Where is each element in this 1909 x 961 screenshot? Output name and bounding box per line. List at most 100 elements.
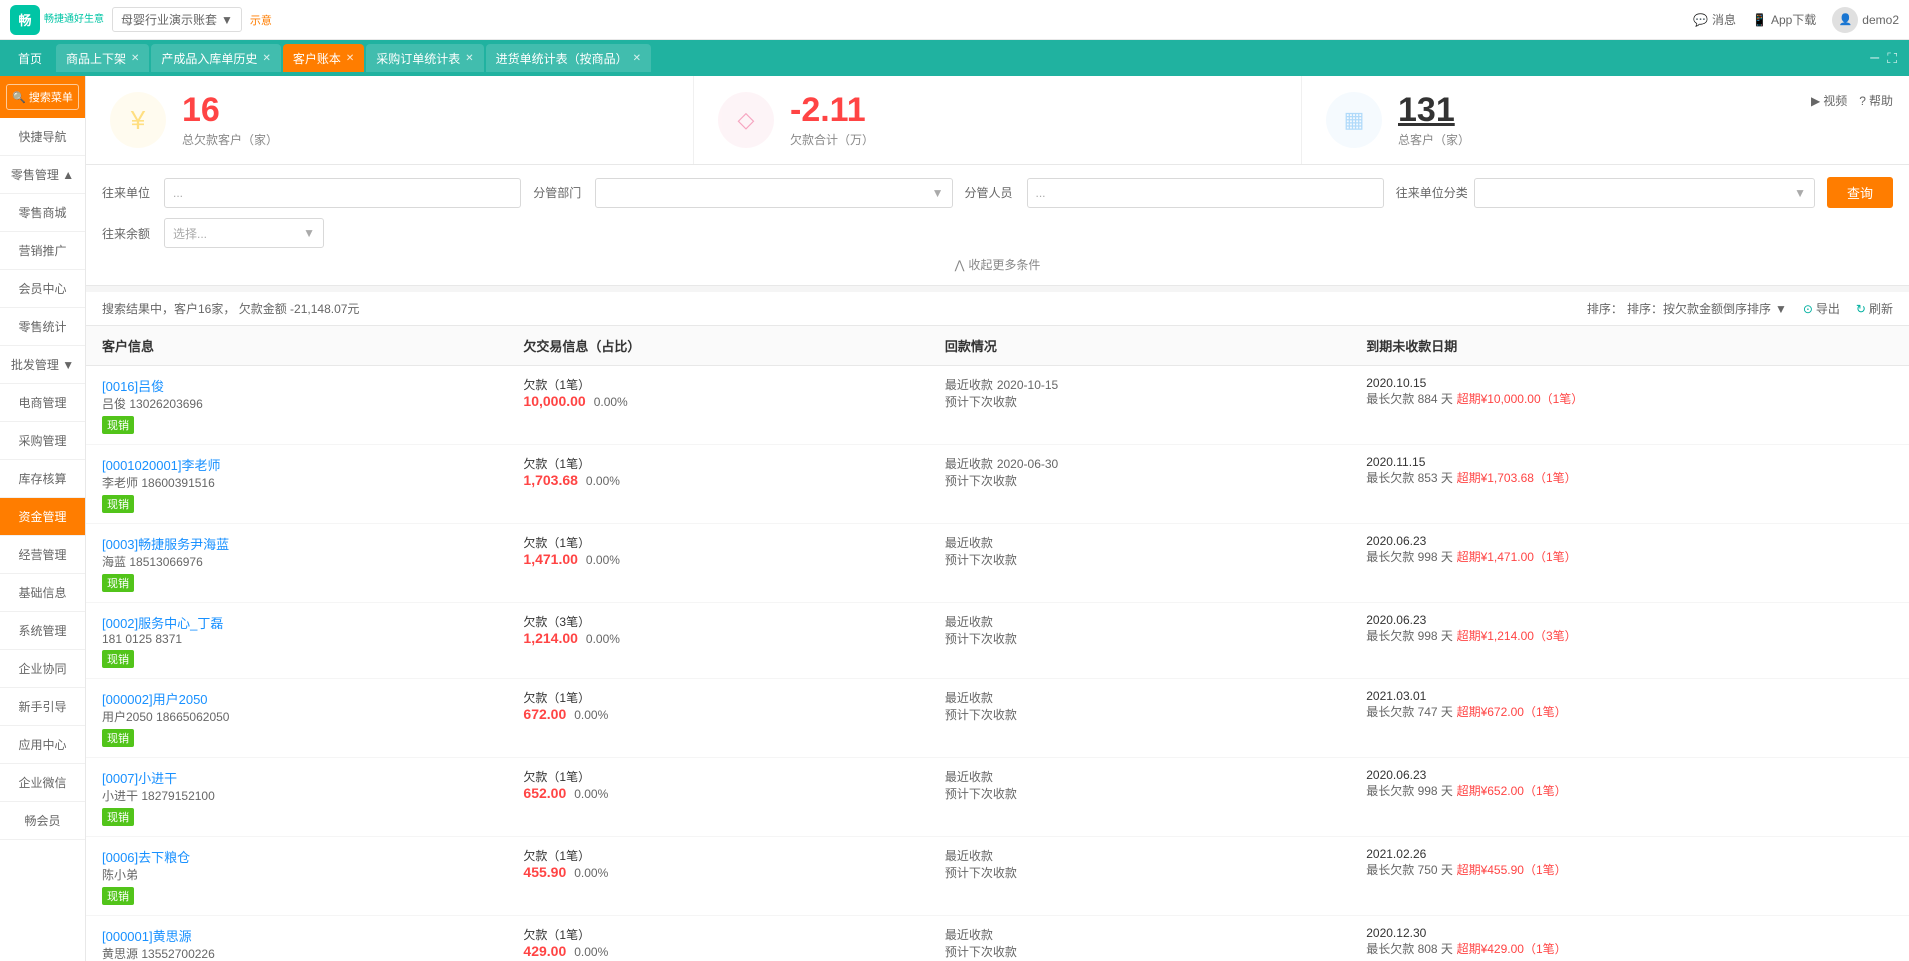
sidebar-item-marketing[interactable]: 营销推广: [0, 232, 85, 270]
debt-amount[interactable]: 429.00: [523, 943, 566, 959]
sidebar-item-inventory[interactable]: 库存核算: [0, 460, 85, 498]
customer-name-link[interactable]: [0003]畅捷服务尹海蓝: [102, 537, 229, 552]
card1-label: 总欠款客户（家）: [182, 131, 278, 148]
sidebar-item-quick-nav[interactable]: 快捷导航: [0, 118, 85, 156]
tag-green: 现销: [102, 574, 134, 592]
overdue-amount-link[interactable]: 超期¥1,471.00（1笔）: [1457, 550, 1577, 564]
balance-label: 往来余额: [102, 225, 158, 242]
table-row: [0007]小进干 小进干 18279152100 现销 欠款（1笔） 652.…: [86, 758, 1909, 837]
sidebar-item-purchase-mgmt[interactable]: 采购管理: [0, 422, 85, 460]
sidebar-item-sys-mgmt[interactable]: 系统管理: [0, 612, 85, 650]
person-label: 分管人员: [965, 184, 1021, 201]
sidebar-item-member-vip[interactable]: 畅会员: [0, 802, 85, 840]
sidebar-item-retail-stats[interactable]: 零售统计: [0, 308, 85, 346]
overdue-amount-link[interactable]: 超期¥1,703.68（1笔）: [1457, 471, 1577, 485]
balance-select[interactable]: 选择... ▼: [164, 218, 324, 248]
customer-name-link[interactable]: [000002]用户2050: [102, 692, 208, 707]
debt-amount[interactable]: 652.00: [523, 785, 566, 801]
card1-icon: ¥: [110, 92, 166, 148]
user-avatar[interactable]: 👤 demo2: [1832, 7, 1899, 33]
card2-number: -2.11: [790, 93, 874, 127]
supplier-type-select[interactable]: ▼: [1474, 178, 1815, 208]
sidebar-item-new-guide[interactable]: 新手引导: [0, 688, 85, 726]
search-menu-btn[interactable]: 🔍 搜索菜单: [0, 76, 85, 118]
card3-video-btn[interactable]: ▶ 视频: [1811, 92, 1847, 109]
tab-close-product-history[interactable]: ✕: [262, 53, 270, 64]
card2-label: 欠款合计（万）: [790, 131, 874, 148]
tab-close-product-off[interactable]: ✕: [131, 53, 139, 64]
overdue-amount-link[interactable]: 超期¥429.00（1笔）: [1457, 942, 1567, 956]
overdue-amount-link[interactable]: 超期¥455.90（1笔）: [1457, 863, 1567, 877]
tab-purchase-stats[interactable]: 进货单统计表（按商品） ✕: [486, 44, 651, 72]
sidebar-item-enterprise-wechat[interactable]: 企业微信: [0, 764, 85, 802]
table-header: 客户信息 欠交易信息（占比） 回款情况 到期未收款日期: [86, 326, 1909, 366]
sidebar-item-basic-info[interactable]: 基础信息: [0, 574, 85, 612]
customer-name-link[interactable]: [0007]小进干: [102, 771, 177, 786]
tab-product-off[interactable]: 商品上下架 ✕: [56, 44, 149, 72]
export-btn[interactable]: ⊙ 导出: [1803, 300, 1840, 317]
debt-amount[interactable]: 672.00: [523, 706, 566, 722]
sidebar-item-enterprise-coop[interactable]: 企业协同: [0, 650, 85, 688]
search-btn[interactable]: 查询: [1827, 177, 1893, 208]
tab-bar-expand[interactable]: ⛶: [1887, 50, 1897, 67]
supplier-label: 往来单位: [102, 184, 158, 201]
tab-bar-collapse[interactable]: –: [1870, 49, 1879, 67]
supplier-input[interactable]: ...: [164, 178, 521, 208]
summary-card-3: ▦ 131 总客户（家） ▶ 视频 ? 帮助: [1302, 76, 1909, 164]
debt-amount[interactable]: 455.90: [523, 864, 566, 880]
dept-select[interactable]: ▼: [595, 178, 952, 208]
message-btn[interactable]: 💬 消息: [1693, 11, 1736, 28]
debt-amount[interactable]: 1,703.68: [523, 472, 578, 488]
sidebar-toggle[interactable]: 示意: [250, 12, 272, 28]
overdue-amount-link[interactable]: 超期¥10,000.00（1笔）: [1457, 392, 1584, 406]
sidebar-item-ecom-mgmt[interactable]: 电商管理: [0, 384, 85, 422]
overdue-amount-link[interactable]: 超期¥652.00（1笔）: [1457, 784, 1567, 798]
table-row: [0002]服务中心_丁磊 181 0125 8371 现销 欠款（3笔） 1,…: [86, 603, 1909, 679]
sidebar-item-finance[interactable]: 资金管理: [0, 498, 85, 536]
customer-name-link[interactable]: [0006]去下粮仓: [102, 850, 190, 865]
overdue-amount-link[interactable]: 超期¥1,214.00（3笔）: [1457, 629, 1577, 643]
debt-amount[interactable]: 1,214.00: [523, 630, 578, 646]
tag-green: 现销: [102, 416, 134, 434]
table-row: [000001]黄思源 黄思源 13552700226 现销 欠款（1笔） 42…: [86, 916, 1909, 961]
dept-label: 分管部门: [533, 184, 589, 201]
tab-home[interactable]: 首页: [4, 44, 56, 72]
tab-customer-account[interactable]: 客户账本 ✕: [283, 44, 364, 72]
tab-purchase-order[interactable]: 采购订单统计表 ✕: [366, 44, 483, 72]
results-summary: 搜索结果中，客户16家， 欠款金额 -21,148.07元: [102, 300, 359, 317]
table-row: [0001020001]李老师 李老师 18600391516 现销 欠款（1笔…: [86, 445, 1909, 524]
sidebar-item-batch-mgmt[interactable]: 批发管理 ▼: [0, 346, 85, 384]
customer-name-link[interactable]: [000001]黄思源: [102, 929, 192, 944]
card3-help-btn[interactable]: ? 帮助: [1859, 92, 1893, 109]
sidebar-item-retail-store[interactable]: 零售商城: [0, 194, 85, 232]
customer-name-link[interactable]: [0001020001]李老师: [102, 458, 221, 473]
sidebar-item-ops-mgmt[interactable]: 经营管理: [0, 536, 85, 574]
tab-product-history[interactable]: 产成品入库单历史 ✕: [151, 44, 280, 72]
table-row: [0003]畅捷服务尹海蓝 海蓝 18513066976 现销 欠款（1笔） 1…: [86, 524, 1909, 603]
summary-card-1: ¥ 16 总欠款客户（家）: [86, 76, 694, 164]
sidebar-item-app-center[interactable]: 应用中心: [0, 726, 85, 764]
sidebar-item-retail-mgmt[interactable]: 零售管理 ▲: [0, 156, 85, 194]
sort-select[interactable]: 排序： 排序：按欠款金额倒序排序 ▼: [1587, 300, 1787, 317]
tag-green: 现销: [102, 729, 134, 747]
tag-green: 现销: [102, 650, 134, 668]
table-row: [000002]用户2050 用户2050 18665062050 现销 欠款（…: [86, 679, 1909, 758]
sidebar-item-member-center[interactable]: 会员中心: [0, 270, 85, 308]
logo-text: 畅捷通好生意: [44, 13, 104, 26]
tag-green: 现销: [102, 495, 134, 513]
tab-close-purchase-order[interactable]: ✕: [465, 53, 473, 64]
overdue-amount-link[interactable]: 超期¥672.00（1笔）: [1457, 705, 1567, 719]
tag-green: 现销: [102, 887, 134, 905]
tab-close-purchase-stats[interactable]: ✕: [633, 53, 641, 64]
debt-amount[interactable]: 10,000.00: [523, 393, 585, 409]
refresh-btn[interactable]: ↻ 刷新: [1856, 300, 1893, 317]
customer-name-link[interactable]: [0016]吕俊: [102, 379, 164, 394]
tab-close-customer-account[interactable]: ✕: [346, 53, 354, 64]
debt-amount[interactable]: 1,471.00: [523, 551, 578, 567]
app-download-btn[interactable]: 📱 App下载: [1752, 11, 1816, 28]
card2-icon: ◇: [718, 92, 774, 148]
collapse-btn[interactable]: ⋀ 收起更多条件: [955, 256, 1041, 273]
customer-name-link[interactable]: [0002]服务中心_丁磊: [102, 616, 223, 631]
app-selector[interactable]: 母婴行业演示账套 ▼: [112, 7, 242, 32]
person-input[interactable]: ...: [1027, 178, 1384, 208]
